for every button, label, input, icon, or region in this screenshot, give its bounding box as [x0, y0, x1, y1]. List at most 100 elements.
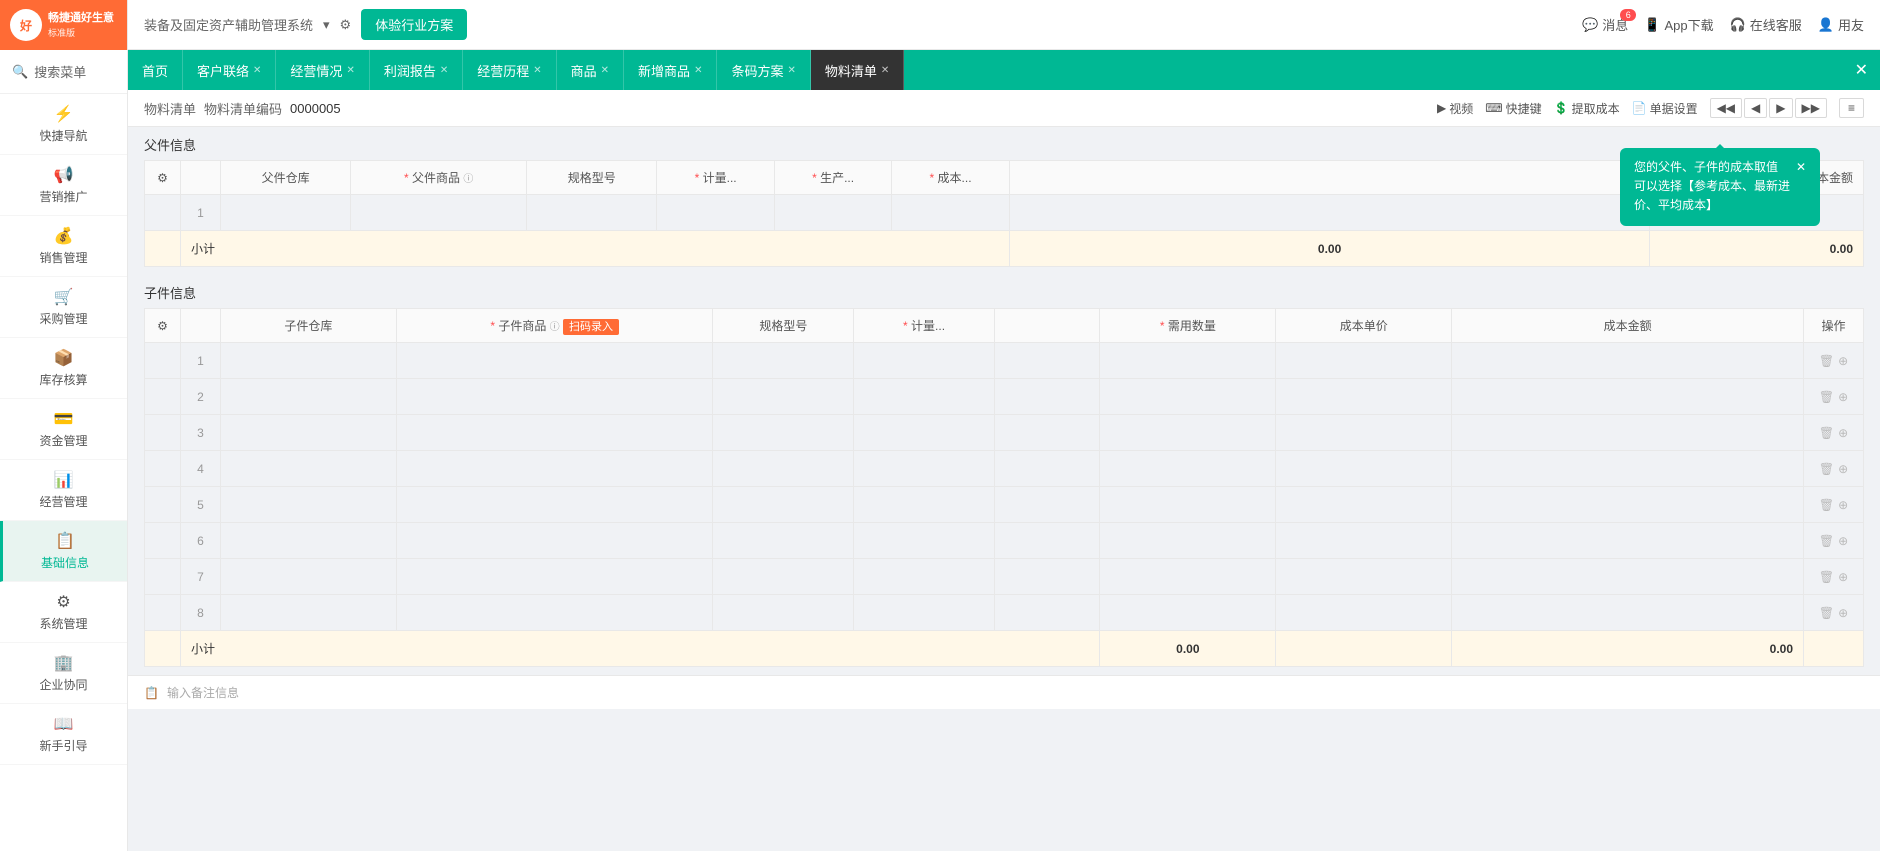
- nav-prev[interactable]: ◀: [1744, 98, 1767, 118]
- child-row-warehouse[interactable]: [221, 595, 397, 631]
- child-row-warehouse[interactable]: [221, 451, 397, 487]
- child-row-unit[interactable]: [854, 379, 995, 415]
- child-gear-icon[interactable]: ⚙: [157, 319, 168, 333]
- tab-close-goods[interactable]: ✕: [601, 65, 609, 76]
- note-placeholder[interactable]: 输入备注信息: [167, 684, 239, 701]
- scan-badge[interactable]: 扫码录入: [563, 319, 619, 335]
- nav-next[interactable]: ▶: [1769, 98, 1792, 118]
- child-row-spec[interactable]: [713, 415, 854, 451]
- tab-close-history[interactable]: ✕: [533, 65, 541, 76]
- copy-row-icon[interactable]: ⊕: [1838, 390, 1848, 404]
- copy-row-icon[interactable]: ⊕: [1838, 534, 1848, 548]
- tab-close-bom[interactable]: ✕: [881, 65, 889, 76]
- nav-last[interactable]: ▶▶: [1795, 98, 1827, 118]
- child-row-qty[interactable]: [1100, 379, 1276, 415]
- child-row-goods[interactable]: [396, 523, 713, 559]
- parent-row-cost[interactable]: [892, 195, 1009, 231]
- tab-close-barcode[interactable]: ✕: [787, 65, 795, 76]
- sidebar-search[interactable]: 🔍搜索菜单: [0, 50, 127, 94]
- child-row-qty[interactable]: [1100, 343, 1276, 379]
- sidebar-item-enterprise[interactable]: 🏢企业协同: [0, 643, 127, 704]
- child-row-cost-price[interactable]: [1276, 343, 1452, 379]
- online-service-item[interactable]: 🎧 在线客服: [1730, 15, 1802, 34]
- child-row-spec[interactable]: [713, 379, 854, 415]
- delete-row-icon[interactable]: 🗑: [1819, 462, 1834, 476]
- child-row-spec[interactable]: [713, 487, 854, 523]
- parent-row-warehouse[interactable]: [221, 195, 351, 231]
- settings-icon[interactable]: ⚙: [340, 17, 352, 33]
- child-row-spec[interactable]: [713, 559, 854, 595]
- child-row-spec[interactable]: [713, 343, 854, 379]
- child-row-warehouse[interactable]: [221, 559, 397, 595]
- tab-close-business[interactable]: ✕: [346, 65, 354, 76]
- child-row-warehouse[interactable]: [221, 487, 397, 523]
- child-row-cost-price[interactable]: [1276, 523, 1452, 559]
- child-row-spec[interactable]: [713, 595, 854, 631]
- sidebar-item-system[interactable]: ⚙系统管理: [0, 582, 127, 643]
- child-row-unit[interactable]: [854, 523, 995, 559]
- tab-home[interactable]: 首页: [128, 50, 183, 90]
- tab-profit[interactable]: 利润报告 ✕: [370, 50, 463, 90]
- tab-bar-close[interactable]: ✕: [1843, 60, 1880, 80]
- child-row-unit[interactable]: [854, 415, 995, 451]
- child-row-goods[interactable]: [396, 343, 713, 379]
- parent-row-goods[interactable]: [351, 195, 527, 231]
- tab-history[interactable]: 经营历程 ✕: [463, 50, 556, 90]
- child-row-qty[interactable]: [1100, 523, 1276, 559]
- delete-row-icon[interactable]: 🗑: [1819, 534, 1834, 548]
- child-row-spec[interactable]: [713, 523, 854, 559]
- child-row-qty[interactable]: [1100, 595, 1276, 631]
- delete-row-icon[interactable]: 🗑: [1819, 390, 1834, 404]
- child-row-goods[interactable]: [396, 595, 713, 631]
- child-row-goods[interactable]: [396, 415, 713, 451]
- delete-row-icon[interactable]: 🗑: [1819, 498, 1834, 512]
- child-row-warehouse[interactable]: [221, 523, 397, 559]
- child-row-qty[interactable]: [1100, 451, 1276, 487]
- sidebar-item-sales[interactable]: 💰销售管理: [0, 216, 127, 277]
- child-row-qty[interactable]: [1100, 487, 1276, 523]
- child-row-unit[interactable]: [854, 595, 995, 631]
- cost-tool[interactable]: 💲 提取成本: [1554, 100, 1620, 117]
- shortcut-tool[interactable]: ⌨ 快捷键: [1485, 100, 1541, 117]
- try-button[interactable]: 体验行业方案: [361, 9, 467, 40]
- child-row-goods[interactable]: [396, 451, 713, 487]
- child-row-unit[interactable]: [854, 451, 995, 487]
- message-item[interactable]: 💬 消息 6: [1582, 15, 1628, 34]
- copy-row-icon[interactable]: ⊕: [1838, 606, 1848, 620]
- child-row-spec[interactable]: [713, 451, 854, 487]
- delete-row-icon[interactable]: 🗑: [1819, 606, 1834, 620]
- copy-row-icon[interactable]: ⊕: [1838, 498, 1848, 512]
- child-row-warehouse[interactable]: [221, 379, 397, 415]
- sidebar-item-finance[interactable]: 💳资金管理: [0, 399, 127, 460]
- sidebar-item-basic_info[interactable]: 📋基础信息: [0, 521, 127, 582]
- rows-toggle[interactable]: ≡: [1839, 98, 1864, 118]
- child-row-goods[interactable]: [396, 487, 713, 523]
- tab-business[interactable]: 经营情况 ✕: [276, 50, 369, 90]
- tab-close-customer[interactable]: ✕: [253, 65, 261, 76]
- tab-goods[interactable]: 商品 ✕: [557, 50, 624, 90]
- child-row-goods[interactable]: [396, 559, 713, 595]
- child-row-warehouse[interactable]: [221, 343, 397, 379]
- app-download-item[interactable]: 📱 App下载: [1644, 15, 1713, 34]
- copy-row-icon[interactable]: ⊕: [1838, 462, 1848, 476]
- copy-row-icon[interactable]: ⊕: [1838, 354, 1848, 368]
- copy-row-icon[interactable]: ⊕: [1838, 570, 1848, 584]
- child-row-cost-price[interactable]: [1276, 379, 1452, 415]
- tab-close-profit[interactable]: ✕: [440, 65, 448, 76]
- parent-row-unit[interactable]: [657, 195, 774, 231]
- child-row-qty[interactable]: [1100, 415, 1276, 451]
- tab-new_goods[interactable]: 新增商品 ✕: [624, 50, 717, 90]
- child-row-cost-price[interactable]: [1276, 559, 1452, 595]
- view-tool[interactable]: ▶ 视频: [1437, 100, 1473, 117]
- nav-first[interactable]: ◀◀: [1710, 98, 1742, 118]
- sidebar-item-marketing[interactable]: 📢营销推广: [0, 155, 127, 216]
- copy-row-icon[interactable]: ⊕: [1838, 426, 1848, 440]
- child-row-cost-price[interactable]: [1276, 595, 1452, 631]
- child-row-warehouse[interactable]: [221, 415, 397, 451]
- search-button[interactable]: 🔍搜索菜单: [8, 58, 119, 85]
- sidebar-item-guide[interactable]: 📖新手引导: [0, 704, 127, 765]
- delete-row-icon[interactable]: 🗑: [1819, 354, 1834, 368]
- sidebar-item-inventory[interactable]: 📦库存核算: [0, 338, 127, 399]
- child-row-cost-price[interactable]: [1276, 415, 1452, 451]
- delete-row-icon[interactable]: 🗑: [1819, 426, 1834, 440]
